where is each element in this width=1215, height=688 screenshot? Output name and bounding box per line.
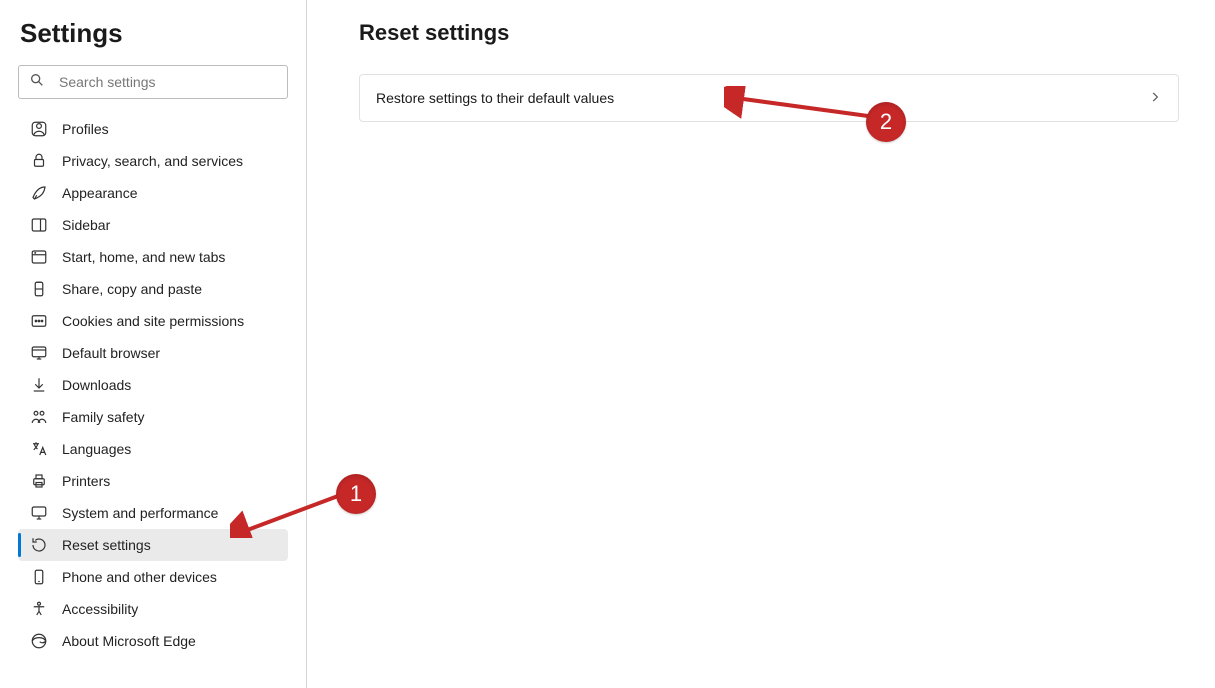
sidebar-item-default-browser[interactable]: Default browser [18,337,288,369]
sidebar-item-label: Downloads [62,377,131,393]
sidebar-item-printers[interactable]: Printers [18,465,288,497]
sidebar-item-system-performance[interactable]: System and performance [18,497,288,529]
sidebar-item-appearance[interactable]: Appearance [18,177,288,209]
sidebar-item-label: Privacy, search, and services [62,153,243,169]
cookies-icon [30,312,48,330]
family-safety-icon [30,408,48,426]
restore-settings-label: Restore settings to their default values [376,90,614,106]
search-input[interactable] [59,74,277,90]
start-home-new-tabs-icon [30,248,48,266]
restore-settings-row[interactable]: Restore settings to their default values [359,74,1179,122]
sidebar-item-privacy[interactable]: Privacy, search, and services [18,145,288,177]
sidebar-item-label: Accessibility [62,601,138,617]
privacy-icon [30,152,48,170]
sidebar-item-downloads[interactable]: Downloads [18,369,288,401]
settings-sidebar: Settings Profiles Privacy, search, and se… [0,0,307,688]
sidebar-item-label: Default browser [62,345,160,361]
page-title: Reset settings [359,20,1179,46]
sidebar-item-label: Start, home, and new tabs [62,249,225,265]
sidebar-item-label: Family safety [62,409,144,425]
sidebar-item-cookies[interactable]: Cookies and site permissions [18,305,288,337]
system-performance-icon [30,504,48,522]
sidebar-item-accessibility[interactable]: Accessibility [18,593,288,625]
sidebar-item-label: Languages [62,441,131,457]
share-copy-paste-icon [30,280,48,298]
settings-title: Settings [0,18,306,65]
about-edge-icon [30,632,48,650]
sidebar-item-label: System and performance [62,505,218,521]
profiles-icon [30,120,48,138]
sidebar-item-label: Printers [62,473,110,489]
default-browser-icon [30,344,48,362]
sidebar-item-start-home-new-tabs[interactable]: Start, home, and new tabs [18,241,288,273]
sidebar-item-family-safety[interactable]: Family safety [18,401,288,433]
sidebar-item-reset-settings[interactable]: Reset settings [18,529,288,561]
languages-icon [30,440,48,458]
sidebar-setting-icon [30,216,48,234]
chevron-right-icon [1148,90,1162,107]
sidebar-item-about-edge[interactable]: About Microsoft Edge [18,625,288,657]
sidebar-item-share-copy-paste[interactable]: Share, copy and paste [18,273,288,305]
sidebar-item-label: Sidebar [62,217,110,233]
reset-settings-icon [30,536,48,554]
search-icon [29,72,45,93]
sidebar-item-label: Phone and other devices [62,569,217,585]
sidebar-item-label: About Microsoft Edge [62,633,196,649]
printers-icon [30,472,48,490]
sidebar-item-profiles[interactable]: Profiles [18,113,288,145]
sidebar-item-label: Share, copy and paste [62,281,202,297]
sidebar-item-languages[interactable]: Languages [18,433,288,465]
search-box[interactable] [18,65,288,99]
phone-devices-icon [30,568,48,586]
sidebar-item-label: Appearance [62,185,138,201]
appearance-icon [30,184,48,202]
sidebar-item-label: Cookies and site permissions [62,313,244,329]
sidebar-item-sidebar-setting[interactable]: Sidebar [18,209,288,241]
settings-nav: Profiles Privacy, search, and services App… [0,113,306,657]
accessibility-icon [30,600,48,618]
main-panel: Reset settings Restore settings to their… [307,0,1215,688]
sidebar-item-label: Reset settings [62,537,151,553]
sidebar-item-label: Profiles [62,121,109,137]
sidebar-item-phone-devices[interactable]: Phone and other devices [18,561,288,593]
downloads-icon [30,376,48,394]
